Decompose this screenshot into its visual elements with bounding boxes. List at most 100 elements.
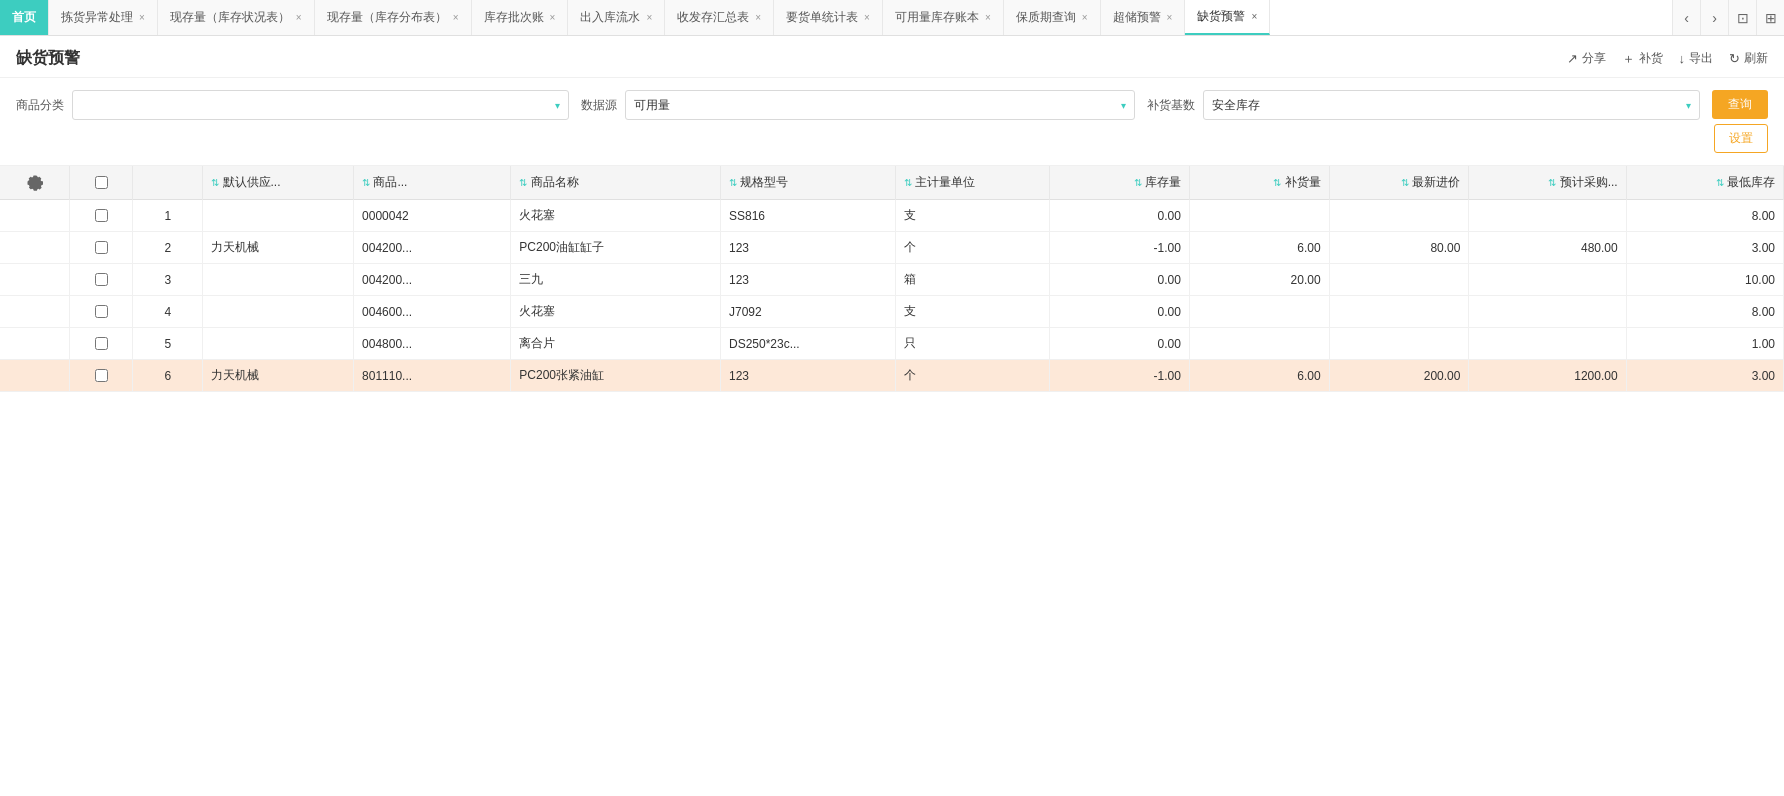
row-spec: 123 — [720, 264, 895, 296]
tab-scroll-right[interactable]: › — [1700, 0, 1728, 36]
th-minstock-label: 最低库存 — [1727, 175, 1775, 189]
row-latest-price: 80.00 — [1329, 232, 1469, 264]
tab-collection[interactable]: 收发存汇总表 × — [665, 0, 774, 35]
gear-settings-icon[interactable] — [8, 175, 61, 191]
row-num: 3 — [133, 264, 203, 296]
tab-shortage[interactable]: 缺货预警 × — [1185, 0, 1270, 35]
th-spec-sort-icon: ⇅ — [729, 177, 737, 188]
tab-fullscreen-btn[interactable]: ⊞ — [1756, 0, 1784, 36]
share-button[interactable]: ↗ 分享 — [1567, 50, 1606, 67]
row-latest-price — [1329, 200, 1469, 232]
th-estimate: ⇅ 预计采购... — [1469, 166, 1626, 200]
th-minstock-sort-icon: ⇅ — [1716, 177, 1724, 188]
row-estimate-purchase — [1469, 200, 1626, 232]
tab-inout-flow-close[interactable]: × — [646, 12, 652, 23]
row-name: PC200张紧油缸 — [511, 360, 721, 392]
refresh-button[interactable]: ↻ 刷新 — [1729, 50, 1768, 67]
tab-available-ledger-close[interactable]: × — [985, 12, 991, 23]
tab-home[interactable]: 首页 — [0, 0, 49, 35]
select-all-checkbox[interactable] — [95, 176, 108, 189]
tab-batch-account-close[interactable]: × — [550, 12, 556, 23]
replenish-base-dropdown-arrow: ▾ — [1686, 100, 1691, 111]
tab-order-stats-close[interactable]: × — [864, 12, 870, 23]
tab-bar: 首页 拣货异常处理 × 现存量（库存状况表） × 现存量（库存分布表） × 库存… — [0, 0, 1784, 36]
row-unit: 箱 — [895, 264, 1049, 296]
row-checkbox[interactable] — [95, 241, 108, 254]
tab-available-ledger[interactable]: 可用量库存账本 × — [883, 0, 1004, 35]
row-num: 4 — [133, 296, 203, 328]
datasource-select[interactable]: 可用量 ▾ — [625, 90, 1134, 120]
row-estimate-purchase — [1469, 296, 1626, 328]
tab-inventory-dist[interactable]: 现存量（库存分布表） × — [315, 0, 472, 35]
row-spec: 123 — [720, 360, 895, 392]
tab-exception-close[interactable]: × — [139, 12, 145, 23]
table-row: 4 004600... 火花塞 J7092 支 0.00 8.00 — [0, 296, 1784, 328]
th-stock-sort-icon: ⇅ — [1134, 177, 1142, 188]
row-checkbox-cell — [70, 360, 133, 392]
tab-exception[interactable]: 拣货异常处理 × — [49, 0, 158, 35]
export-icon: ↓ — [1679, 51, 1686, 66]
tab-expiry-close[interactable]: × — [1082, 12, 1088, 23]
row-checkbox[interactable] — [95, 209, 108, 222]
row-gear-cell — [0, 360, 70, 392]
tab-overstock[interactable]: 超储预警 × — [1101, 0, 1186, 35]
row-latest-price — [1329, 296, 1469, 328]
page-title: 缺货预警 — [16, 48, 80, 69]
tab-shortage-close[interactable]: × — [1251, 11, 1257, 22]
row-latest-price — [1329, 264, 1469, 296]
row-checkbox[interactable] — [95, 337, 108, 350]
row-checkbox-cell — [70, 328, 133, 360]
refresh-icon: ↻ — [1729, 51, 1740, 66]
tab-order-stats-label: 要货单统计表 — [786, 9, 858, 26]
share-icon: ↗ — [1567, 51, 1578, 66]
row-unit: 个 — [895, 360, 1049, 392]
row-stock: -1.00 — [1050, 232, 1190, 264]
row-replenish: 6.00 — [1189, 232, 1329, 264]
tab-collection-close[interactable]: × — [755, 12, 761, 23]
tab-expiry[interactable]: 保质期查询 × — [1004, 0, 1101, 35]
th-unit-label: 主计量单位 — [915, 175, 975, 189]
th-unit-sort-icon: ⇅ — [904, 177, 912, 188]
tab-inventory-status[interactable]: 现存量（库存状况表） × — [158, 0, 315, 35]
row-estimate-purchase: 480.00 — [1469, 232, 1626, 264]
table-body: 1 0000042 火花塞 SS816 支 0.00 8.00 2 力天机械 0… — [0, 200, 1784, 392]
row-spec: J7092 — [720, 296, 895, 328]
header-actions: ↗ 分享 ＋ 补货 ↓ 导出 ↻ 刷新 — [1567, 50, 1769, 68]
tab-scroll-left[interactable]: ‹ — [1672, 0, 1700, 36]
tab-overstock-close[interactable]: × — [1167, 12, 1173, 23]
th-estimate-sort-icon: ⇅ — [1548, 177, 1556, 188]
row-gear-cell — [0, 296, 70, 328]
row-code: 004600... — [354, 296, 511, 328]
category-filter-group: 商品分类 ▾ — [16, 90, 569, 120]
tab-inventory-dist-close[interactable]: × — [453, 12, 459, 23]
replenish-label: 补货 — [1639, 50, 1663, 67]
replenish-base-label: 补货基数 — [1147, 97, 1195, 114]
replenish-button[interactable]: ＋ 补货 — [1622, 50, 1663, 68]
row-unit: 个 — [895, 232, 1049, 264]
tab-inventory-status-close[interactable]: × — [296, 12, 302, 23]
row-gear-cell — [0, 264, 70, 296]
settings-button[interactable]: 设置 — [1714, 124, 1768, 153]
tab-restore-btn[interactable]: ⊡ — [1728, 0, 1756, 36]
th-name-label: 商品名称 — [531, 175, 579, 189]
category-select[interactable]: ▾ — [72, 90, 569, 120]
th-price-label: 最新进价 — [1412, 175, 1460, 189]
row-latest-price — [1329, 328, 1469, 360]
tab-batch-account-label: 库存批次账 — [484, 9, 544, 26]
table-row: 6 力天机械 801110... PC200张紧油缸 123 个 -1.00 6… — [0, 360, 1784, 392]
row-checkbox[interactable] — [95, 369, 108, 382]
th-code-sort-icon: ⇅ — [362, 177, 370, 188]
replenish-base-filter-group: 补货基数 安全库存 ▾ — [1147, 90, 1700, 120]
row-checkbox[interactable] — [95, 273, 108, 286]
replenish-base-select[interactable]: 安全库存 ▾ — [1203, 90, 1700, 120]
th-spec-label: 规格型号 — [740, 175, 788, 189]
export-button[interactable]: ↓ 导出 — [1679, 50, 1714, 67]
tab-inout-flow[interactable]: 出入库流水 × — [568, 0, 665, 35]
th-replenish: ⇅ 补货量 — [1189, 166, 1329, 200]
tab-batch-account[interactable]: 库存批次账 × — [472, 0, 569, 35]
row-replenish — [1189, 328, 1329, 360]
tab-order-stats[interactable]: 要货单统计表 × — [774, 0, 883, 35]
row-checkbox[interactable] — [95, 305, 108, 318]
row-name: 火花塞 — [511, 296, 721, 328]
query-button[interactable]: 查询 — [1712, 90, 1768, 119]
